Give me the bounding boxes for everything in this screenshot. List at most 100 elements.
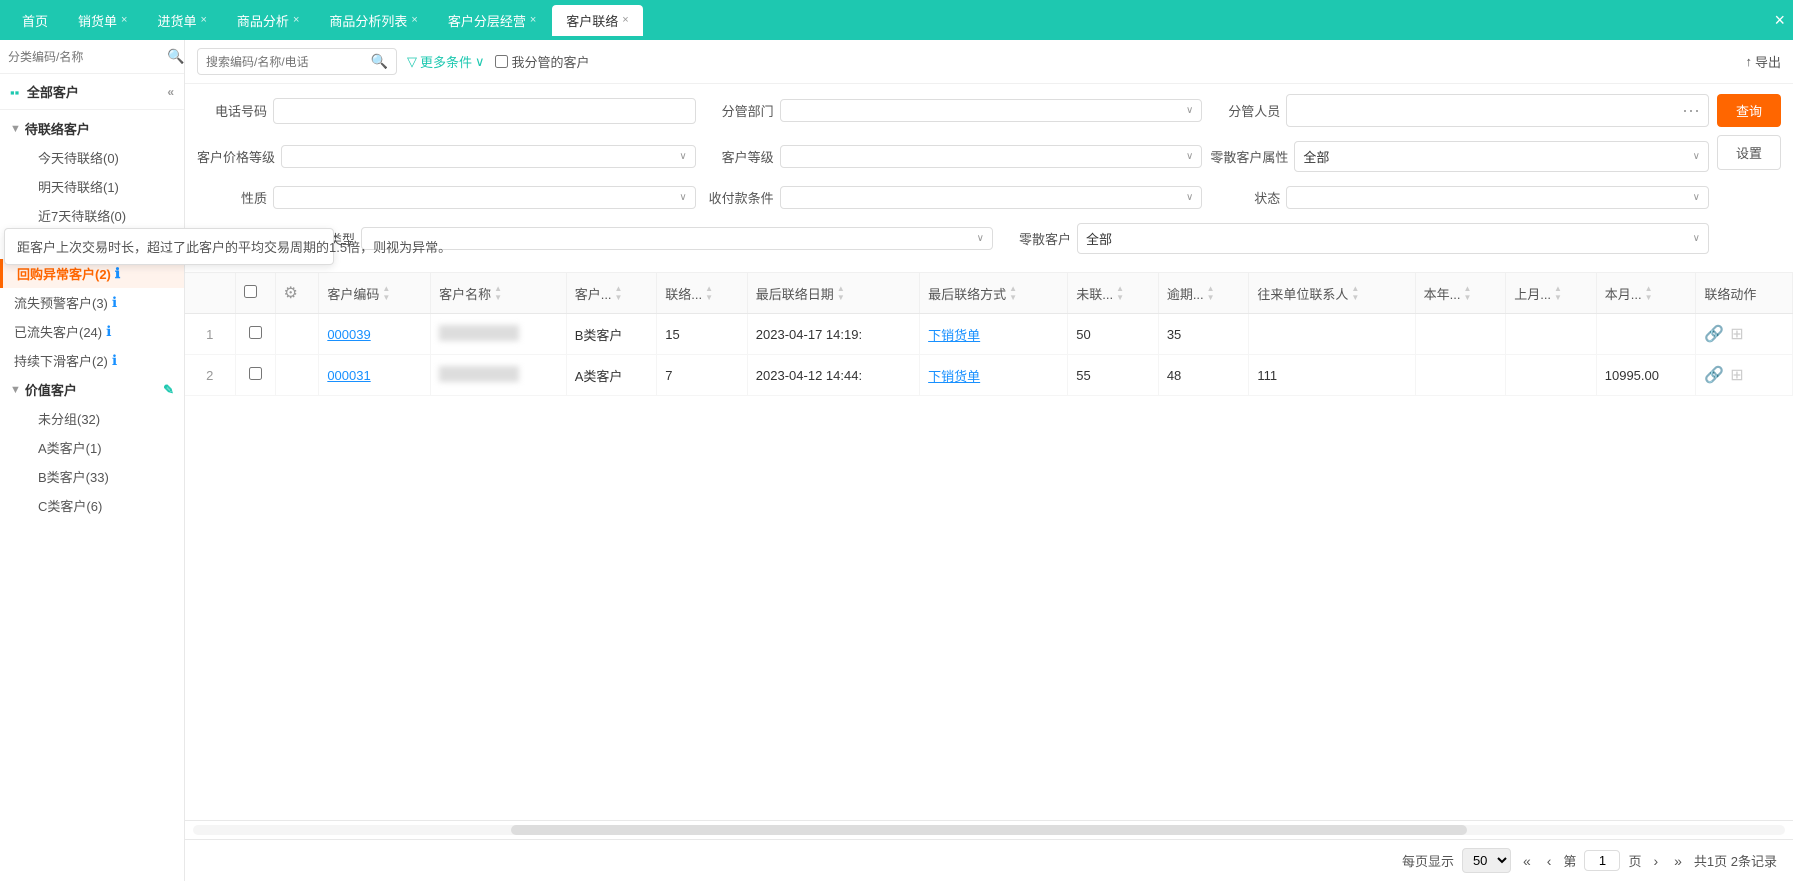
per-page-select[interactable]: 50 xyxy=(1462,848,1511,873)
row-1-checkbox[interactable] xyxy=(249,326,262,339)
window-close-icon[interactable]: × xyxy=(1774,10,1785,31)
sort-code[interactable]: 客户编码 ▲▼ xyxy=(327,284,422,303)
action-link-icon-1[interactable]: 🔗 xyxy=(1704,324,1724,344)
info-icon-declining[interactable]: ℹ xyxy=(112,352,117,369)
filter-status-select[interactable]: ∨ xyxy=(1286,186,1709,209)
edit-value-icon[interactable]: ✎ xyxy=(163,382,174,398)
filter-row-2: 客户价格等级 ∨ 客户等级 ∨ xyxy=(197,141,1709,172)
tab-analysis[interactable]: 商品分析 × xyxy=(223,5,313,36)
my-customer-checkbox[interactable]: 我分管的客户 xyxy=(495,52,590,71)
sidebar-group-value[interactable]: ▼ 价值客户 ✎ xyxy=(0,375,184,404)
action-grid-icon-1[interactable]: ⊞ xyxy=(1730,324,1743,344)
filter-cust-type-select[interactable]: ∨ xyxy=(361,227,993,250)
sort-year[interactable]: 本年... ▲▼ xyxy=(1424,284,1498,303)
sidebar-collapse-icon[interactable]: « xyxy=(167,85,174,99)
filter-retail-cust-select[interactable]: 全部 ∨ xyxy=(1077,223,1709,254)
page-number-input[interactable] xyxy=(1584,850,1620,871)
query-button[interactable]: 查询 xyxy=(1717,94,1781,127)
sort-overdue[interactable]: 逾期... ▲▼ xyxy=(1167,284,1241,303)
search-input[interactable] xyxy=(206,55,367,69)
prev-page-btn[interactable]: ‹ xyxy=(1543,851,1556,871)
info-icon-churned[interactable]: ℹ xyxy=(106,323,111,340)
tab-purchase[interactable]: 进货单 × xyxy=(143,5,220,36)
tab-analysis-list[interactable]: 商品分析列表 × xyxy=(315,5,431,36)
filter-payment-select[interactable]: ∨ xyxy=(780,186,1203,209)
sort-unread[interactable]: 未联... ▲▼ xyxy=(1076,284,1150,303)
filter-status-label: 状态 xyxy=(1210,188,1280,207)
table-settings-icon[interactable]: ⚙ xyxy=(284,285,298,302)
tab-analysis-list-close[interactable]: × xyxy=(411,14,417,26)
filter-cust-level-select[interactable]: ∨ xyxy=(780,145,1203,168)
tab-home[interactable]: 首页 xyxy=(8,5,62,36)
last-method-link-2[interactable]: 下销货单 xyxy=(928,369,980,384)
sidebar-item-churned[interactable]: 已流失客户(24) ℹ xyxy=(0,317,184,346)
tab-customer-contact[interactable]: 客户联络 × xyxy=(552,5,642,36)
sidebar-item-class-c[interactable]: C类客户(6) xyxy=(24,491,184,520)
filter-price-select[interactable]: ∨ xyxy=(281,145,696,168)
tab-sales-close[interactable]: × xyxy=(121,14,127,26)
sort-level[interactable]: 客户... ▲▼ xyxy=(575,284,649,303)
row-2-checkbox[interactable] xyxy=(249,367,262,380)
filter-manager-select[interactable]: ··· xyxy=(1286,94,1709,127)
td-code-1[interactable]: 000039 xyxy=(319,314,431,355)
sidebar-item-declining[interactable]: 持续下滑客户(2) ℹ xyxy=(0,346,184,375)
filter-retail-attr-label: 零散客户属性 xyxy=(1210,147,1288,166)
sidebar: 🔍 ▪▪ 全部客户 « ▼ 待联络客户 今天待联络(0) 明天待联络(1) 近7… xyxy=(0,40,185,881)
tab-analysis-close[interactable]: × xyxy=(293,14,299,26)
h-scroll-thumb[interactable] xyxy=(511,825,1466,835)
sidebar-item-churn-warning[interactable]: 流失预警客户(3) ℹ xyxy=(0,288,184,317)
setting-button[interactable]: 设置 xyxy=(1717,135,1781,170)
horizontal-scrollbar xyxy=(185,820,1793,839)
sort-contact[interactable]: 联络... ▲▼ xyxy=(665,284,739,303)
td-code-2[interactable]: 000031 xyxy=(319,355,431,396)
sort-last-method[interactable]: 最后联络方式 ▲▼ xyxy=(928,284,1059,303)
action-icons-2: 🔗 ⊞ xyxy=(1704,365,1784,385)
tab-customer-mgmt[interactable]: 客户分层经营 × xyxy=(434,5,550,36)
last-method-link-1[interactable]: 下销货单 xyxy=(928,328,980,343)
sidebar-search-input[interactable] xyxy=(8,50,163,64)
my-customer-check[interactable] xyxy=(495,55,508,68)
customer-table: ⚙ 客户编码 ▲▼ 客户名称 ▲▼ xyxy=(185,273,1793,396)
info-icon-churn-warning[interactable]: ℹ xyxy=(112,294,117,311)
tab-sales[interactable]: 销货单 × xyxy=(64,5,141,36)
dept-select-arrow-icon: ∨ xyxy=(1186,105,1193,116)
first-page-btn[interactable]: « xyxy=(1519,851,1535,871)
sort-last-month[interactable]: 上月... ▲▼ xyxy=(1514,284,1588,303)
last-page-btn[interactable]: » xyxy=(1670,851,1686,871)
next-page-btn[interactable]: › xyxy=(1649,851,1662,871)
sort-arrows-year: ▲▼ xyxy=(1464,285,1472,302)
td-checkbox-2 xyxy=(235,355,275,396)
tab-customer-contact-close[interactable]: × xyxy=(622,14,628,26)
action-link-icon-2[interactable]: 🔗 xyxy=(1704,365,1724,385)
tab-customer-mgmt-close[interactable]: × xyxy=(530,14,536,26)
filter-dept-select[interactable]: ∨ xyxy=(780,99,1203,122)
filter-retail-attr-select[interactable]: 全部 ∨ xyxy=(1294,141,1709,172)
th-year: 本年... ▲▼ xyxy=(1415,273,1506,314)
sidebar-item-tomorrow[interactable]: 明天待联络(1) xyxy=(24,172,184,201)
tab-purchase-close[interactable]: × xyxy=(200,14,206,26)
sort-last-date[interactable]: 最后联络日期 ▲▼ xyxy=(756,284,911,303)
filter-nature-select[interactable]: ∨ xyxy=(273,186,696,209)
sidebar-item-class-a[interactable]: A类客户(1) xyxy=(24,433,184,462)
sidebar-group-pending[interactable]: ▼ 待联络客户 xyxy=(0,114,184,143)
sidebar-search-icon[interactable]: 🔍 xyxy=(167,48,184,65)
search-box-icon[interactable]: 🔍 xyxy=(371,53,388,70)
sort-this-month[interactable]: 本月... ▲▼ xyxy=(1605,284,1688,303)
td-num-2: 2 xyxy=(185,355,235,396)
sidebar-search-bar: 🔍 xyxy=(0,40,184,74)
sort-unit-contact[interactable]: 往来单位联系人 ▲▼ xyxy=(1257,284,1406,303)
sort-name[interactable]: 客户名称 ▲▼ xyxy=(439,284,558,303)
filter-dots-icon[interactable]: ··· xyxy=(1682,100,1700,121)
filter-phone-input[interactable] xyxy=(273,98,696,124)
td-name-1 xyxy=(431,314,567,355)
sidebar-item-class-b[interactable]: B类客户(33) xyxy=(24,462,184,491)
h-scroll-track[interactable] xyxy=(193,825,1785,835)
sidebar-item-7days[interactable]: 近7天待联络(0) xyxy=(24,201,184,230)
export-btn[interactable]: ↑ 导出 xyxy=(1745,52,1781,71)
info-icon-repurchase[interactable]: ℹ xyxy=(115,265,120,282)
select-all-checkbox[interactable] xyxy=(244,285,257,298)
action-grid-icon-2[interactable]: ⊞ xyxy=(1730,365,1743,385)
more-conditions-btn[interactable]: ▽ 更多条件 ∨ xyxy=(407,52,485,71)
sidebar-item-today[interactable]: 今天待联络(0) xyxy=(24,143,184,172)
sidebar-item-unclassified[interactable]: 未分组(32) xyxy=(24,404,184,433)
